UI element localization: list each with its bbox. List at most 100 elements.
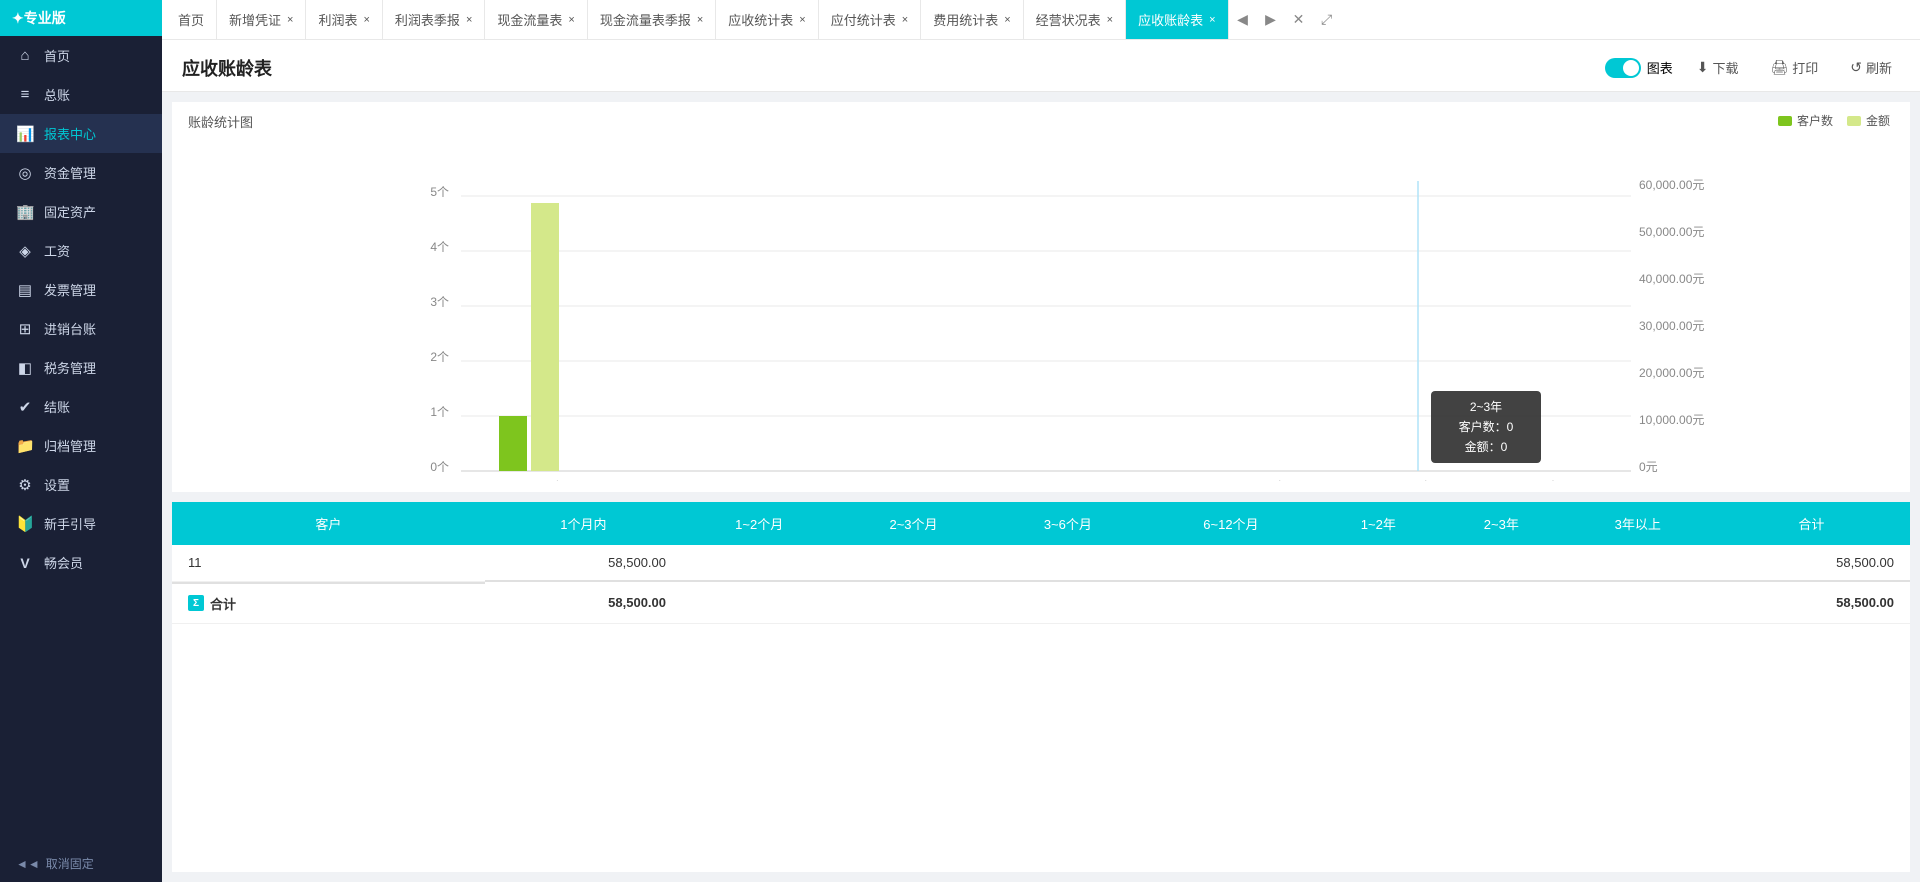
- total-icon: Σ: [188, 595, 204, 611]
- sidebar-item-invoice-label: 发票管理: [44, 280, 96, 299]
- tab-close-ar-stats[interactable]: ×: [799, 14, 805, 26]
- tab-profit[interactable]: 利润表 ×: [306, 0, 382, 40]
- print-button[interactable]: 🖨 打印: [1762, 54, 1826, 81]
- sidebar-item-salary[interactable]: ◈ 工资: [0, 231, 162, 270]
- sidebar-item-ledger[interactable]: ≡ 总账: [0, 75, 162, 114]
- toggle-track[interactable]: [1605, 58, 1641, 78]
- print-icon: 🖨: [1770, 59, 1788, 76]
- svg-text:10,000.00元: 10,000.00元: [1639, 413, 1704, 427]
- capital-icon: ◎: [16, 164, 34, 182]
- cell-m612: [1145, 545, 1317, 581]
- sidebar-item-tax[interactable]: ◧ 税务管理: [0, 348, 162, 387]
- svg-text:2~3年: 2~3年: [1470, 400, 1502, 414]
- tab-cashflow[interactable]: 现金流量表 ×: [485, 0, 587, 40]
- app-logo: ✦专业版: [0, 0, 162, 36]
- sidebar-item-asset[interactable]: 🏢 固定资产: [0, 192, 162, 231]
- sidebar-item-asset-label: 固定资产: [44, 202, 96, 221]
- sidebar-item-tax-label: 税务管理: [44, 358, 96, 377]
- total-y23: [1440, 581, 1563, 623]
- cell-y12: [1317, 545, 1440, 581]
- chart-title: 账龄统计图: [188, 112, 1894, 131]
- legend-color-customer: [1778, 116, 1792, 126]
- tab-close-all[interactable]: ✕: [1285, 0, 1313, 40]
- sidebar-item-capital[interactable]: ◎ 资金管理: [0, 153, 162, 192]
- total-m36: [991, 581, 1145, 623]
- asset-icon: 🏢: [16, 203, 34, 221]
- aging-table: 客户 1个月内 1~2个月 2~3个月 3~6个月 6~12个月 1~2年 2~…: [172, 502, 1910, 624]
- sidebar-item-salary-label: 工资: [44, 241, 70, 260]
- legend-customer-count: 客户数: [1778, 112, 1833, 129]
- sidebar-item-invoice[interactable]: ▤ 发票管理: [0, 270, 162, 309]
- svg-text:30,000.00元: 30,000.00元: [1639, 319, 1704, 333]
- tab-cashflow-quarterly[interactable]: 现金流量表季报 ×: [588, 0, 716, 40]
- svg-text:客户数：0: 客户数：0: [1459, 419, 1514, 434]
- tab-close-expense-stats[interactable]: ×: [1004, 14, 1010, 26]
- svg-text:0元: 0元: [1639, 460, 1658, 474]
- tab-close-cashflow-quarterly[interactable]: ×: [697, 14, 703, 26]
- tab-close-profit[interactable]: ×: [363, 14, 369, 26]
- archive-icon: 📁: [16, 437, 34, 455]
- tab-close-ar-aging[interactable]: ×: [1209, 14, 1215, 26]
- tab-bar: 首页 新增凭证 × 利润表 × 利润表季报 × 现金流量表 × 现金流量表季报 …: [162, 0, 1920, 40]
- tab-new-voucher[interactable]: 新增凭证 ×: [217, 0, 306, 40]
- tab-close-cashflow[interactable]: ×: [568, 14, 574, 26]
- download-icon: ⬇: [1697, 59, 1709, 76]
- tab-expense-stats[interactable]: 费用统计表 ×: [921, 0, 1023, 40]
- sidebar-item-capital-label: 资金管理: [44, 163, 96, 182]
- svg-text:3年以上: 3年以上: [1543, 480, 1586, 481]
- cell-m12: [682, 545, 836, 581]
- th-m612: 6~12个月: [1145, 502, 1317, 545]
- tab-profit-quarterly[interactable]: 利润表季报 ×: [383, 0, 485, 40]
- download-button[interactable]: ⬇ 下载: [1689, 54, 1747, 81]
- tab-ar-stats[interactable]: 应收统计表 ×: [716, 0, 818, 40]
- sidebar-item-home[interactable]: ⌂ 首页: [0, 36, 162, 75]
- cell-customer: 11: [172, 545, 485, 581]
- sidebar-unpin-button[interactable]: ◄◄ 取消固定: [0, 845, 162, 882]
- svg-text:50,000.00元: 50,000.00元: [1639, 225, 1704, 239]
- chart-svg: 0个 1个 2个 3个 4个 5个 0元 10,000.00元 20,000.0…: [188, 141, 1894, 481]
- sidebar-item-vip[interactable]: V 畅会员: [0, 543, 162, 582]
- invoice-icon: ▤: [16, 281, 34, 299]
- tab-close-new-voucher[interactable]: ×: [287, 14, 293, 26]
- svg-text:1个月内: 1个月内: [521, 480, 564, 481]
- refresh-icon: ↺: [1850, 59, 1862, 76]
- sidebar-item-stock-label: 进销台账: [44, 319, 96, 338]
- svg-text:2~3年: 2~3年: [1402, 480, 1434, 481]
- th-y23: 2~3年: [1440, 502, 1563, 545]
- sidebar-item-settings[interactable]: ⚙ 设置: [0, 465, 162, 504]
- chart-toggle[interactable]: 图表: [1605, 58, 1673, 78]
- tab-home[interactable]: 首页: [166, 0, 217, 40]
- legend-label-customer: 客户数: [1797, 112, 1833, 129]
- tab-close-ap-stats[interactable]: ×: [902, 14, 908, 26]
- sidebar-item-guide[interactable]: 🔰 新手引导: [0, 504, 162, 543]
- th-m23: 2~3个月: [836, 502, 990, 545]
- tab-nav-prev[interactable]: ◀: [1229, 0, 1257, 40]
- tab-close-operations[interactable]: ×: [1107, 14, 1113, 26]
- tab-expand[interactable]: ⤢: [1313, 0, 1341, 40]
- cell-y3plus: [1563, 545, 1713, 581]
- tab-ar-aging[interactable]: 应收账龄表 ×: [1126, 0, 1228, 40]
- th-y12: 1~2年: [1317, 502, 1440, 545]
- sidebar: ✦专业版 ⌂ 首页 ≡ 总账 📊 报表中心 ◎ 资金管理 🏢 固定资产 ◈ 工资…: [0, 0, 162, 882]
- tab-close-profit-quarterly[interactable]: ×: [466, 14, 472, 26]
- total-m23: [836, 581, 990, 623]
- cell-m23: [836, 545, 990, 581]
- tab-ap-stats[interactable]: 应付统计表 ×: [819, 0, 921, 40]
- cell-m1: 58,500.00: [485, 545, 682, 581]
- cell-total-label: Σ 合计: [172, 582, 485, 623]
- toggle-thumb: [1623, 60, 1639, 76]
- sidebar-item-settings-label: 设置: [44, 475, 70, 494]
- sidebar-item-archive[interactable]: 📁 归档管理: [0, 426, 162, 465]
- sidebar-item-checkout[interactable]: ✔ 结账: [0, 387, 162, 426]
- tab-operations[interactable]: 经营状况表 ×: [1024, 0, 1126, 40]
- sidebar-item-report[interactable]: 📊 报表中心: [0, 114, 162, 153]
- cell-total: 58,500.00: [1713, 545, 1910, 581]
- tab-nav-next[interactable]: ▶: [1257, 0, 1285, 40]
- sidebar-item-stock[interactable]: ⊞ 进销台账: [0, 309, 162, 348]
- report-icon: 📊: [16, 125, 34, 143]
- svg-text:1个: 1个: [430, 405, 449, 419]
- svg-text:5个: 5个: [430, 185, 449, 199]
- total-m12: [682, 581, 836, 623]
- page-title: 应收账龄表: [182, 55, 272, 81]
- refresh-button[interactable]: ↺ 刷新: [1842, 54, 1900, 81]
